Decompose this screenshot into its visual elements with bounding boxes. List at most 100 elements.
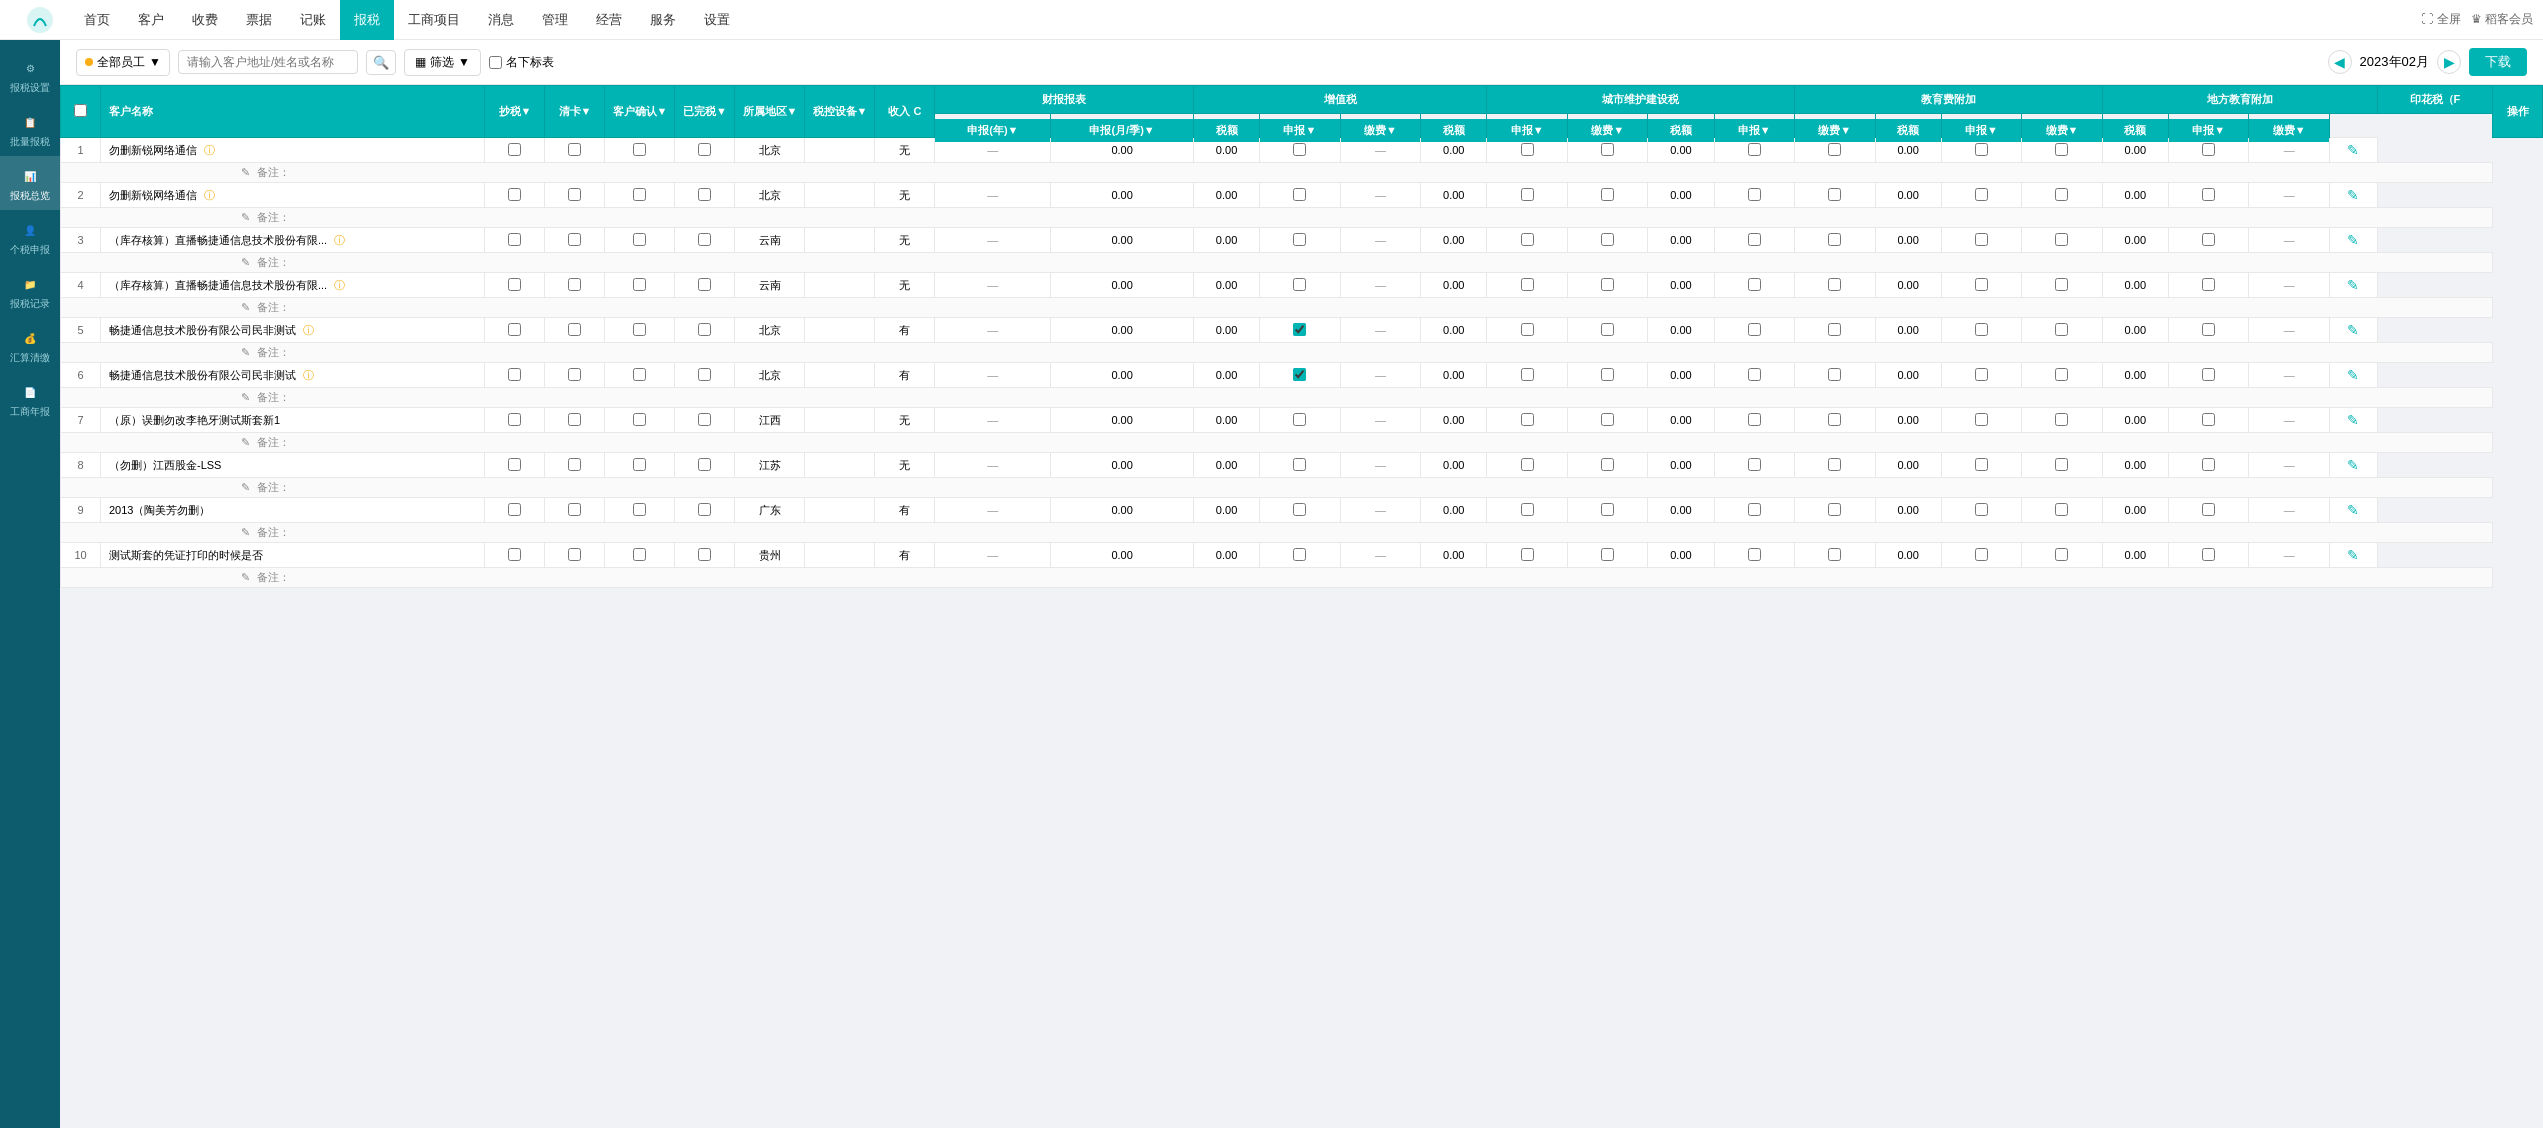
paid-tax-checkbox[interactable] bbox=[698, 278, 711, 291]
paid-tax-cell[interactable] bbox=[675, 318, 735, 343]
city-pay-cell[interactable] bbox=[1567, 408, 1648, 433]
sidebar-item-tax-settings[interactable]: ⚙ 报税设置 bbox=[0, 48, 60, 102]
edu-pay-checkbox[interactable] bbox=[1828, 323, 1841, 336]
edu-declare-cell[interactable] bbox=[1714, 228, 1795, 253]
local-edu-declare-cell[interactable] bbox=[1941, 183, 2022, 208]
edu-pay-cell[interactable] bbox=[1795, 498, 1876, 523]
paid-tax-cell[interactable] bbox=[675, 453, 735, 478]
city-declare-cell[interactable] bbox=[1487, 543, 1568, 568]
sidebar-item-batch-tax[interactable]: 📋 批量报税 bbox=[0, 102, 60, 156]
vat-declare-cell[interactable] bbox=[1260, 228, 1341, 253]
stamp-declare-cell[interactable] bbox=[2168, 273, 2249, 298]
nav-home[interactable]: 首页 bbox=[70, 0, 124, 40]
tax-copy-cell[interactable] bbox=[485, 318, 545, 343]
city-pay-checkbox[interactable] bbox=[1601, 458, 1614, 471]
edu-pay-cell[interactable] bbox=[1795, 543, 1876, 568]
edu-pay-checkbox[interactable] bbox=[1828, 233, 1841, 246]
named-table-checkbox[interactable] bbox=[489, 56, 502, 69]
city-declare-checkbox[interactable] bbox=[1521, 368, 1534, 381]
local-edu-declare-checkbox[interactable] bbox=[1975, 323, 1988, 336]
nav-message[interactable]: 消息 bbox=[474, 0, 528, 40]
named-table-label[interactable]: 名下标表 bbox=[489, 54, 554, 71]
clear-card-cell[interactable] bbox=[545, 273, 605, 298]
local-edu-declare-cell[interactable] bbox=[1941, 318, 2022, 343]
clear-card-checkbox[interactable] bbox=[568, 278, 581, 291]
stamp-declare-cell[interactable] bbox=[2168, 183, 2249, 208]
customer-confirm-checkbox[interactable] bbox=[633, 413, 646, 426]
download-button[interactable]: 下载 bbox=[2469, 48, 2527, 76]
local-edu-declare-cell[interactable] bbox=[1941, 228, 2022, 253]
clear-card-checkbox[interactable] bbox=[568, 323, 581, 336]
tax-copy-checkbox[interactable] bbox=[508, 368, 521, 381]
local-edu-declare-cell[interactable] bbox=[1941, 408, 2022, 433]
city-declare-cell[interactable] bbox=[1487, 183, 1568, 208]
operation-cell[interactable]: ✎ bbox=[2329, 273, 2377, 298]
city-pay-cell[interactable] bbox=[1567, 498, 1648, 523]
customer-confirm-cell[interactable] bbox=[605, 408, 675, 433]
city-pay-checkbox[interactable] bbox=[1601, 413, 1614, 426]
search-button[interactable]: 🔍 bbox=[366, 50, 396, 75]
vat-declare-cell[interactable] bbox=[1260, 363, 1341, 388]
local-edu-pay-checkbox[interactable] bbox=[2055, 233, 2068, 246]
stamp-declare-cell[interactable] bbox=[2168, 318, 2249, 343]
local-edu-pay-cell[interactable] bbox=[2022, 273, 2103, 298]
edit-icon[interactable]: ✎ bbox=[2347, 277, 2359, 293]
local-edu-pay-cell[interactable] bbox=[2022, 408, 2103, 433]
local-edu-declare-checkbox[interactable] bbox=[1975, 413, 1988, 426]
tax-copy-cell[interactable] bbox=[485, 498, 545, 523]
city-declare-checkbox[interactable] bbox=[1521, 458, 1534, 471]
clear-card-checkbox[interactable] bbox=[568, 503, 581, 516]
clear-card-cell[interactable] bbox=[545, 318, 605, 343]
city-pay-cell[interactable] bbox=[1567, 318, 1648, 343]
sidebar-item-settlement[interactable]: 💰 汇算清缴 bbox=[0, 318, 60, 372]
paid-tax-checkbox[interactable] bbox=[698, 368, 711, 381]
local-edu-declare-checkbox[interactable] bbox=[1975, 458, 1988, 471]
local-edu-pay-checkbox[interactable] bbox=[2055, 278, 2068, 291]
clear-card-cell[interactable] bbox=[545, 138, 605, 163]
tax-copy-checkbox[interactable] bbox=[508, 233, 521, 246]
fullscreen-btn[interactable]: ⛶ 全屏 bbox=[2421, 11, 2460, 28]
local-edu-declare-checkbox[interactable] bbox=[1975, 548, 1988, 561]
city-pay-checkbox[interactable] bbox=[1601, 323, 1614, 336]
stamp-declare-checkbox[interactable] bbox=[2202, 323, 2215, 336]
edu-pay-checkbox[interactable] bbox=[1828, 413, 1841, 426]
local-edu-declare-cell[interactable] bbox=[1941, 453, 2022, 478]
local-edu-pay-cell[interactable] bbox=[2022, 498, 2103, 523]
edu-declare-checkbox[interactable] bbox=[1748, 458, 1761, 471]
local-edu-pay-checkbox[interactable] bbox=[2055, 323, 2068, 336]
tax-copy-checkbox[interactable] bbox=[508, 458, 521, 471]
clear-card-checkbox[interactable] bbox=[568, 368, 581, 381]
local-edu-pay-cell[interactable] bbox=[2022, 228, 2103, 253]
local-edu-pay-checkbox[interactable] bbox=[2055, 503, 2068, 516]
tax-copy-checkbox[interactable] bbox=[508, 143, 521, 156]
edit-icon[interactable]: ✎ bbox=[2347, 187, 2359, 203]
operation-cell[interactable]: ✎ bbox=[2329, 318, 2377, 343]
city-declare-checkbox[interactable] bbox=[1521, 143, 1534, 156]
city-declare-checkbox[interactable] bbox=[1521, 323, 1534, 336]
stamp-declare-checkbox[interactable] bbox=[2202, 188, 2215, 201]
local-edu-declare-checkbox[interactable] bbox=[1975, 278, 1988, 291]
nav-manage[interactable]: 管理 bbox=[528, 0, 582, 40]
edu-pay-cell[interactable] bbox=[1795, 318, 1876, 343]
stamp-declare-checkbox[interactable] bbox=[2202, 278, 2215, 291]
city-declare-cell[interactable] bbox=[1487, 408, 1568, 433]
vat-declare-cell[interactable] bbox=[1260, 318, 1341, 343]
city-declare-checkbox[interactable] bbox=[1521, 503, 1534, 516]
local-edu-declare-cell[interactable] bbox=[1941, 363, 2022, 388]
stamp-declare-checkbox[interactable] bbox=[2202, 503, 2215, 516]
tax-copy-cell[interactable] bbox=[485, 543, 545, 568]
local-edu-pay-checkbox[interactable] bbox=[2055, 458, 2068, 471]
nav-operation[interactable]: 经营 bbox=[582, 0, 636, 40]
prev-month-btn[interactable]: ◀ bbox=[2328, 50, 2352, 74]
paid-tax-checkbox[interactable] bbox=[698, 413, 711, 426]
local-edu-pay-cell[interactable] bbox=[2022, 363, 2103, 388]
city-declare-checkbox[interactable] bbox=[1521, 233, 1534, 246]
paid-tax-cell[interactable] bbox=[675, 138, 735, 163]
sidebar-item-tax-overview[interactable]: 📊 报税总览 bbox=[0, 156, 60, 210]
stamp-declare-cell[interactable] bbox=[2168, 408, 2249, 433]
local-edu-declare-checkbox[interactable] bbox=[1975, 143, 1988, 156]
local-edu-pay-checkbox[interactable] bbox=[2055, 188, 2068, 201]
tax-copy-cell[interactable] bbox=[485, 453, 545, 478]
vat-declare-checkbox[interactable] bbox=[1293, 413, 1306, 426]
local-edu-declare-cell[interactable] bbox=[1941, 273, 2022, 298]
